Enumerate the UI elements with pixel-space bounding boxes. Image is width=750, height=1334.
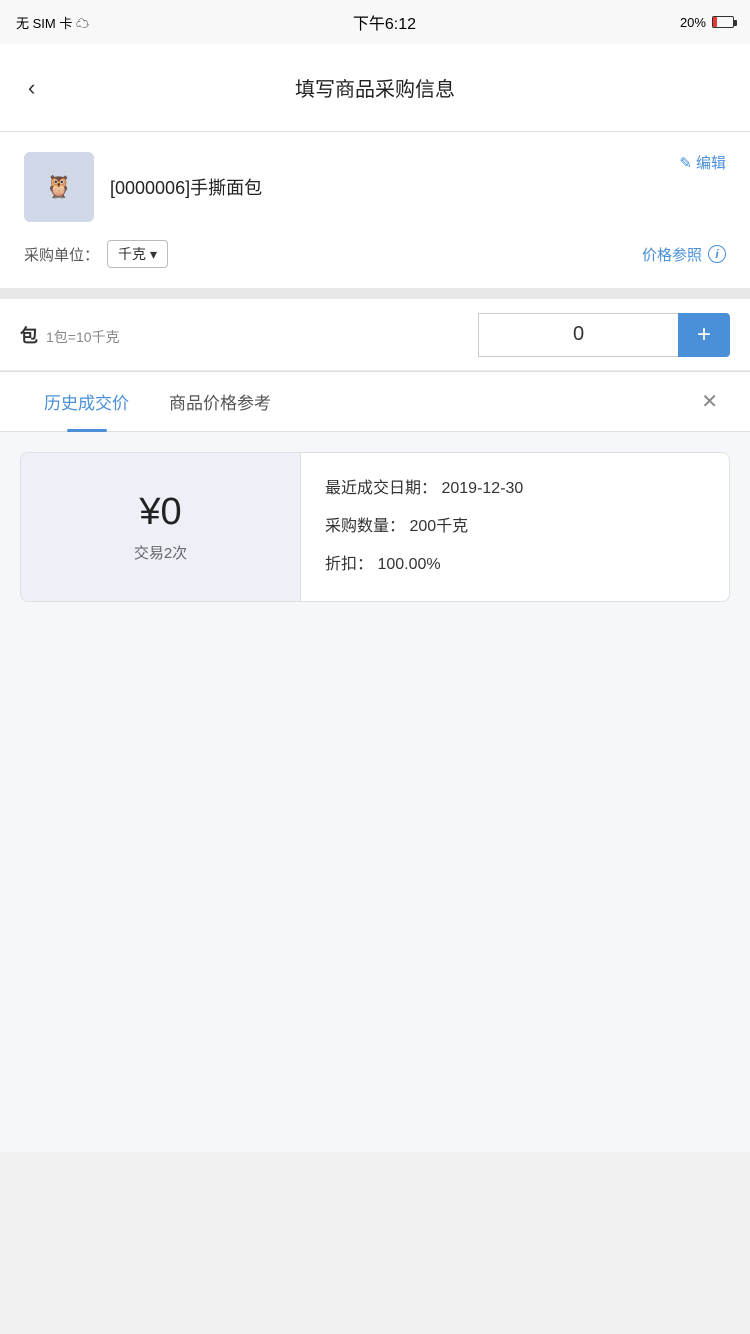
product-thumb-icon: 🦉 [45,174,72,200]
edit-icon: ✎ [679,154,692,172]
unit-select-dropdown[interactable]: 千克 ▾ [107,240,168,268]
history-left-panel: ¥0 交易2次 [21,453,301,601]
purchase-qty-label: 采购数量： [325,518,405,535]
price-reference-button[interactable]: 价格参照 i [642,244,726,265]
tab-history-price[interactable]: 历史成交价 [24,372,149,432]
quantity-unit-desc: 1包=10千克 [46,327,120,347]
edit-button[interactable]: ✎ 编辑 [679,152,726,173]
purchase-qty-value: 200千克 [409,518,468,535]
history-card: ¥0 交易2次 最近成交日期： 2019-12-30 采购数量： 200千克 折… [20,452,730,602]
back-button[interactable]: ‹ [20,67,43,109]
recent-date-label: 最近成交日期： [325,480,437,497]
section-divider [0,289,750,299]
product-thumbnail: 🦉 [24,152,94,222]
battery-icon [712,16,734,28]
quantity-label: 包 1包=10千克 [20,322,120,348]
tab-close-button[interactable]: ✕ [693,381,726,422]
tab-header: 历史成交价 商品价格参考 ✕ [0,372,750,432]
quantity-row: 包 1包=10千克 0 + [0,299,750,371]
discount-value: 100.00% [377,556,440,573]
product-card: 🦉 [0000006]手撕面包 ✎ 编辑 采购单位： 千克 ▾ 价格参照 i [0,132,750,289]
edit-label: 编辑 [696,152,726,173]
recent-date-value: 2019-12-30 [441,480,523,497]
purchase-unit-label: 采购单位： [24,244,99,265]
price-ref-label: 价格参照 [642,244,702,265]
quantity-input[interactable]: 0 [478,313,678,357]
tab-price-reference[interactable]: 商品价格参考 [149,372,291,432]
discount-row: 折扣： 100.00% [325,553,705,577]
product-name: [0000006]手撕面包 [110,174,262,200]
quantity-plus-button[interactable]: + [678,313,730,357]
help-icon: i [708,245,726,263]
status-bar: 无 SIM 卡 ☁ 下午6:12 20% [0,0,750,44]
tab-section: 历史成交价 商品价格参考 ✕ ¥0 交易2次 最近成交日期： 2019-12-3… [0,371,750,1152]
battery-fill [713,17,717,27]
battery-percent: 20% [680,15,706,30]
history-price: ¥0 [139,491,181,534]
product-bottom: 采购单位： 千克 ▾ 价格参照 i [24,240,726,268]
history-transactions: 交易2次 [134,542,187,563]
tab-history-label: 历史成交价 [44,389,129,414]
recent-date-row: 最近成交日期： 2019-12-30 [325,477,705,501]
status-left: 无 SIM 卡 ☁ [16,13,89,32]
quantity-value: 0 [573,323,584,346]
purchase-qty-row: 采购数量： 200千克 [325,515,705,539]
nav-bar: ‹ 填写商品采购信息 [0,44,750,132]
status-time: 下午6:12 [353,10,416,34]
discount-label: 折扣： [325,556,373,573]
plus-icon: + [697,321,711,349]
tab-price-ref-label: 商品价格参考 [169,389,271,414]
content-area: ¥0 交易2次 最近成交日期： 2019-12-30 采购数量： 200千克 折… [0,452,750,1152]
unit-value: 千克 [118,244,146,264]
quantity-unit-big: 包 [20,322,38,348]
history-right-panel: 最近成交日期： 2019-12-30 采购数量： 200千克 折扣： 100.0… [301,453,729,601]
status-right: 20% [680,15,734,30]
product-top: 🦉 [0000006]手撕面包 ✎ 编辑 [24,152,726,222]
purchase-unit: 采购单位： 千克 ▾ [24,240,168,268]
quantity-controls: 0 + [478,313,730,357]
product-left: 🦉 [0000006]手撕面包 [24,152,262,222]
dropdown-arrow-icon: ▾ [150,246,157,263]
page-title: 填写商品采购信息 [295,73,455,102]
